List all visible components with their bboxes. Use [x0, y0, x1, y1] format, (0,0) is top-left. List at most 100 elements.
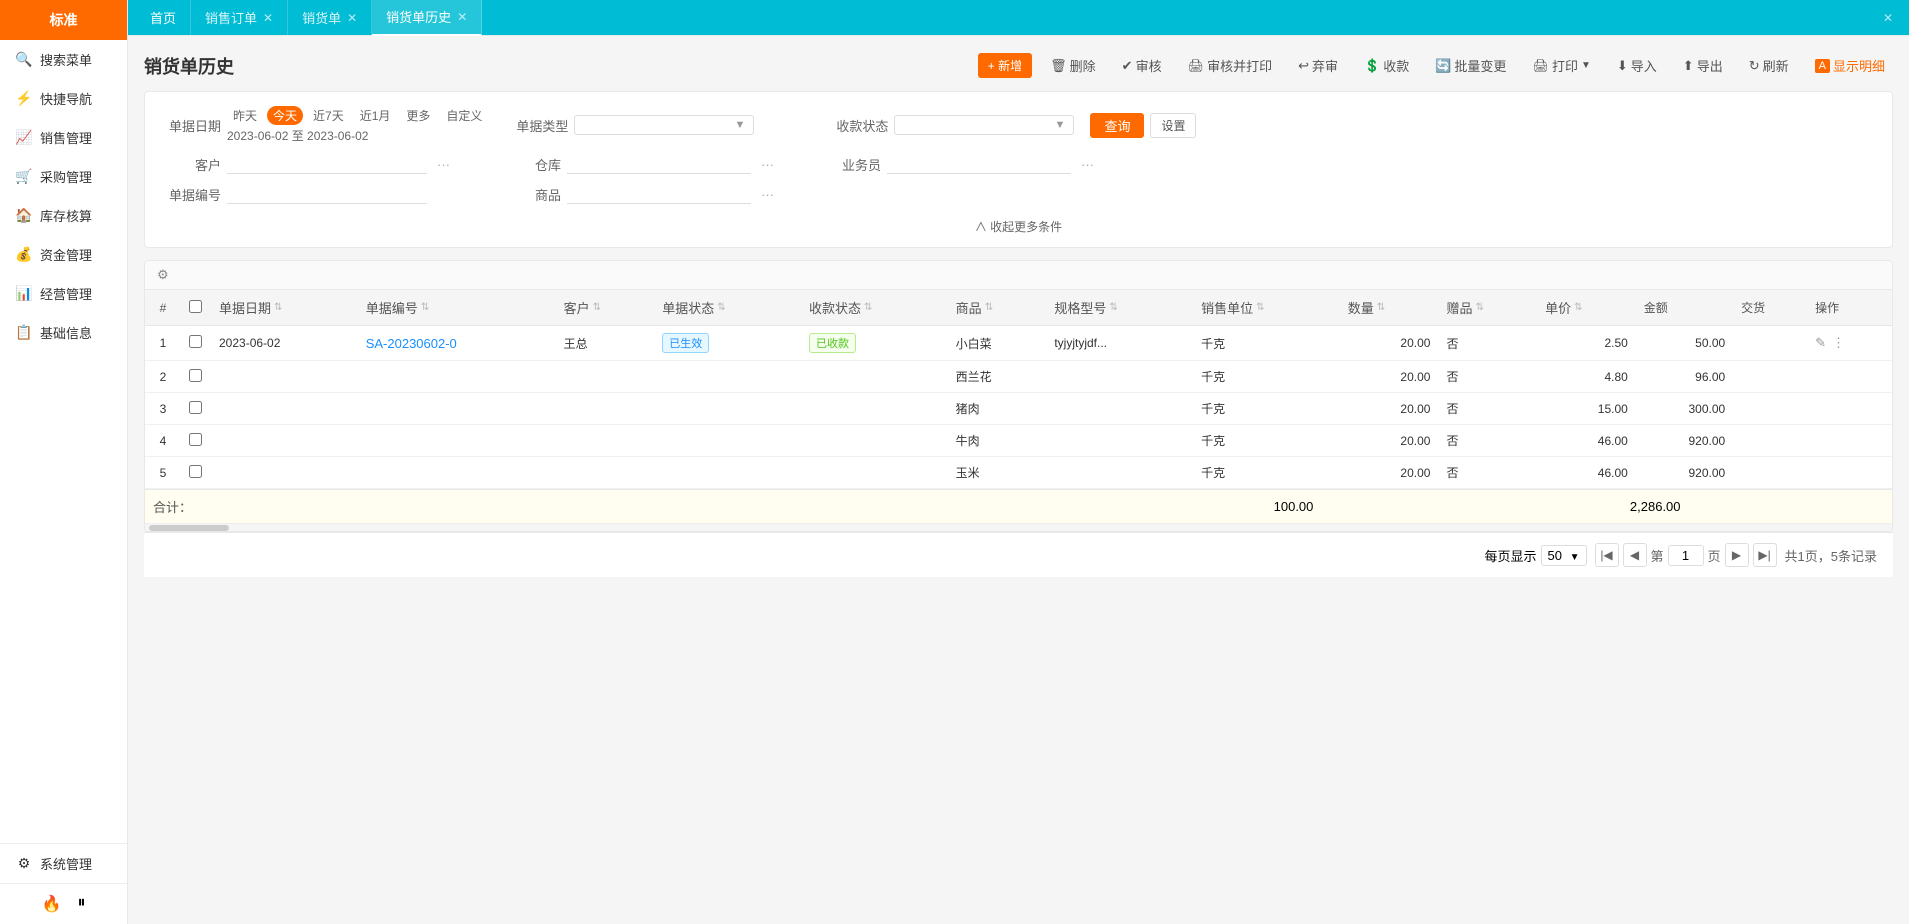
scroll-thumb[interactable]	[149, 525, 229, 531]
sidebar-item-system[interactable]: ⚙ 系统管理	[0, 843, 127, 883]
table-settings-icon[interactable]: ⚙	[157, 267, 169, 283]
warehouse-dots[interactable]: ···	[761, 157, 774, 172]
cell-price: 46.00	[1537, 425, 1636, 457]
sidebar-item-label: 采购管理	[40, 167, 92, 186]
doc-status-sort-icon[interactable]: ⇅	[717, 302, 725, 313]
delete-button[interactable]: 🗑 删除	[1042, 52, 1104, 79]
show-detail-button[interactable]: A 显示明细	[1807, 52, 1893, 79]
sidebar-item-search-menu[interactable]: 🔍 搜索菜单	[0, 40, 127, 79]
date-label: 单据日期	[161, 116, 221, 135]
row-checkbox[interactable]	[189, 335, 202, 348]
row-checkbox[interactable]	[189, 433, 202, 446]
pause-icon[interactable]: ⏸	[77, 894, 85, 914]
tab-sales-order-close[interactable]: ✕	[263, 11, 273, 25]
tab-sales-goods[interactable]: 销货单 ✕	[288, 0, 372, 36]
cell-gift: 否	[1438, 393, 1537, 425]
customer-sort-icon[interactable]: ⇅	[593, 302, 601, 313]
collapse-button[interactable]: ∧ 收起更多条件	[161, 214, 1876, 239]
import-button[interactable]: ⬇ 导入	[1609, 52, 1665, 79]
date-tag-today[interactable]: 今天	[267, 106, 303, 125]
date-sort-icon[interactable]: ⇅	[274, 302, 282, 313]
tab-sales-history[interactable]: 销货单历史 ✕	[372, 0, 482, 36]
query-button[interactable]: 查询	[1090, 113, 1144, 138]
customer-input[interactable]	[227, 154, 427, 174]
per-page-select[interactable]: 50 ▼	[1541, 545, 1587, 566]
spec-sort-icon[interactable]: ⇅	[1109, 302, 1117, 313]
print-button[interactable]: 🖨 打印 ▼	[1524, 52, 1598, 79]
cell-trade	[1733, 425, 1807, 457]
doc-no-input[interactable]	[227, 184, 427, 204]
goods-dots[interactable]: ···	[761, 187, 774, 202]
customer-dots[interactable]: ···	[437, 157, 450, 172]
table-footer: 合计： 100.00 2,286.00	[145, 489, 1892, 523]
date-tag-more[interactable]: 更多	[400, 106, 436, 125]
tab-sales-goods-close[interactable]: ✕	[347, 11, 357, 25]
audit-button[interactable]: ✔ 审核	[1114, 52, 1170, 79]
pay-status-select[interactable]: ▼	[894, 115, 1074, 135]
goods-sort-icon[interactable]: ⇅	[985, 302, 993, 313]
cell-checkbox[interactable]	[181, 457, 211, 489]
fire-icon[interactable]: 🔥	[42, 894, 62, 914]
last-page-button[interactable]: ▶|	[1753, 543, 1777, 567]
price-sort-icon[interactable]: ⇅	[1574, 302, 1582, 313]
export-button[interactable]: ⬆ 导出	[1675, 52, 1731, 79]
filter-row-2: 客户 ··· 仓库 ··· 业务员 ···	[161, 154, 1876, 174]
prev-page-button[interactable]: ◀	[1623, 543, 1647, 567]
tab-sales-order-label: 销售订单	[205, 8, 257, 27]
row-checkbox[interactable]	[189, 401, 202, 414]
date-tag-custom[interactable]: 自定义	[440, 106, 488, 125]
audit-print-button[interactable]: 🖨 审核并打印	[1180, 52, 1281, 79]
batch-change-button[interactable]: 🔄 批量变更	[1427, 52, 1514, 79]
sidebar-item-purchase-mgmt[interactable]: 🛒 采购管理	[0, 157, 127, 196]
sidebar-item-quick-nav[interactable]: ⚡ 快捷导航	[0, 79, 127, 118]
horizontal-scroll[interactable]	[145, 523, 1892, 531]
tab-sales-order[interactable]: 销售订单 ✕	[191, 0, 288, 36]
per-page-dropdown-icon: ▼	[1570, 552, 1580, 563]
date-tag-yesterday[interactable]: 昨天	[227, 106, 263, 125]
sidebar-item-basic-info[interactable]: 📋 基础信息	[0, 313, 127, 352]
row-checkbox[interactable]	[189, 369, 202, 382]
pay-status-sort-icon[interactable]: ⇅	[864, 302, 872, 313]
cell-doc-status: 已生效	[654, 326, 801, 361]
tab-sales-history-close[interactable]: ✕	[457, 10, 467, 24]
type-select[interactable]: ▼	[574, 115, 754, 135]
sidebar-item-finance[interactable]: 💰 资金管理	[0, 235, 127, 274]
cell-customer	[556, 457, 655, 489]
sidebar-item-inventory[interactable]: 🏠 库存核算	[0, 196, 127, 235]
staff-input[interactable]	[887, 154, 1071, 174]
next-page-button[interactable]: ▶	[1725, 543, 1749, 567]
audit-icon: ✔	[1122, 58, 1133, 74]
close-all-tabs[interactable]: ✕	[1875, 11, 1901, 25]
filter-goods: 商品 ···	[501, 184, 801, 204]
edit-icon[interactable]: ✎	[1815, 335, 1826, 351]
collect-button[interactable]: 💲 收款	[1356, 52, 1417, 79]
abandon-button[interactable]: ↩ 弃审	[1290, 52, 1346, 79]
sidebar-item-operations[interactable]: 📊 经营管理	[0, 274, 127, 313]
page-number-input[interactable]	[1668, 545, 1704, 566]
cell-checkbox[interactable]	[181, 393, 211, 425]
filter-customer: 客户 ···	[161, 154, 481, 174]
warehouse-input[interactable]	[567, 154, 751, 174]
cell-checkbox[interactable]	[181, 326, 211, 361]
tab-home[interactable]: 首页	[136, 0, 191, 36]
goods-input[interactable]	[567, 184, 751, 204]
more-icon[interactable]: ⋮	[1832, 335, 1845, 351]
qty-sort-icon[interactable]: ⇅	[1377, 302, 1385, 313]
doc-no-sort-icon[interactable]: ⇅	[421, 302, 429, 313]
refresh-button[interactable]: ↻ 刷新	[1741, 52, 1797, 79]
cell-checkbox[interactable]	[181, 425, 211, 457]
new-button[interactable]: + 新增	[978, 53, 1032, 78]
staff-dots[interactable]: ···	[1081, 157, 1094, 172]
date-tag-7days[interactable]: 近7天	[307, 106, 350, 125]
select-all-checkbox[interactable]	[189, 300, 202, 313]
date-tag-1month[interactable]: 近1月	[354, 106, 397, 125]
cell-doc-status	[654, 425, 801, 457]
gift-sort-icon[interactable]: ⇅	[1475, 302, 1483, 313]
cell-checkbox[interactable]	[181, 361, 211, 393]
settings-button[interactable]: 设置	[1150, 113, 1196, 138]
col-unit: 销售单位⇅	[1193, 290, 1340, 326]
sidebar-item-sales-mgmt[interactable]: 📈 销售管理	[0, 118, 127, 157]
unit-sort-icon[interactable]: ⇅	[1256, 302, 1264, 313]
first-page-button[interactable]: |◀	[1595, 543, 1619, 567]
row-checkbox[interactable]	[189, 465, 202, 478]
